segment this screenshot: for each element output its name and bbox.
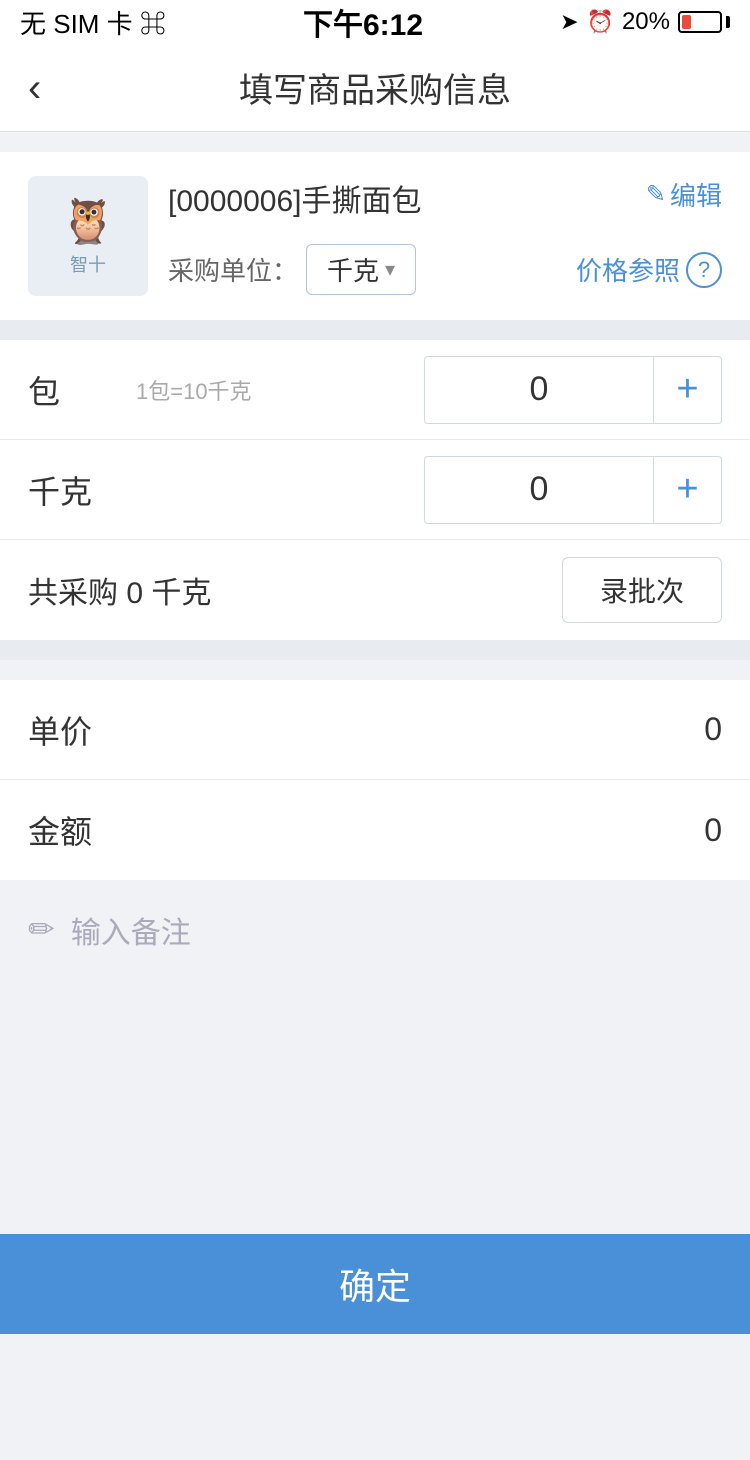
edit-label: 编辑	[670, 176, 722, 213]
kg-input-row: 千克 +	[0, 440, 750, 540]
kg-plus-button[interactable]: +	[654, 456, 722, 524]
section-separator-2	[0, 640, 750, 660]
batch-label: 录批次	[600, 570, 684, 610]
unit-value: 千克	[327, 251, 379, 288]
brand-label: 智十	[70, 251, 106, 277]
total-prefix: 共采购	[28, 577, 118, 610]
unit-selector[interactable]: 千克 ▾	[306, 244, 416, 295]
product-owl-icon: 🦉	[61, 195, 116, 247]
product-info: [0000006]手撕面包 ✎ 编辑 采购单位： 千克 ▾ 价格参照 ?	[168, 176, 722, 295]
unit-prefix-label: 采购单位：	[168, 251, 298, 288]
total-text: 共采购 0 千克	[28, 568, 211, 612]
kg-quantity-input[interactable]	[424, 456, 654, 524]
status-bar: 无 SIM 卡 ⌘ 下午6:12 ➤ ⏰ 20%	[0, 0, 750, 44]
price-section: 单价 0 金额 0	[0, 680, 750, 880]
batch-button[interactable]: 录批次	[562, 557, 722, 623]
product-image: 🦉 智十	[28, 176, 148, 296]
kg-label: 千克	[28, 467, 128, 513]
unit-price-label: 单价	[28, 707, 92, 753]
carrier-text: 无 SIM 卡 ⌘	[20, 4, 166, 41]
edit-icon: ✎	[646, 180, 666, 209]
price-ref-label: 价格参照	[576, 251, 680, 288]
page-title: 填写商品采购信息	[239, 63, 511, 112]
amount-row: 金额 0	[0, 780, 750, 880]
confirm-button[interactable]: 确定	[0, 1234, 750, 1334]
price-reference-button[interactable]: 价格参照 ?	[576, 251, 722, 288]
location-icon: ➤	[560, 9, 578, 35]
notes-placeholder-text: 输入备注	[71, 908, 191, 952]
unit-price-value: 0	[704, 711, 722, 748]
bao-plus-button[interactable]: +	[654, 356, 722, 424]
dropdown-icon: ▾	[385, 257, 395, 282]
help-icon: ?	[686, 252, 722, 288]
notes-pencil-icon: ✏	[28, 910, 55, 948]
bao-quantity-input[interactable]	[424, 356, 654, 424]
amount-value: 0	[704, 812, 722, 849]
notes-section[interactable]: ✏ 输入备注	[0, 880, 750, 1160]
alarm-icon: ⏰	[587, 9, 614, 35]
total-row: 共采购 0 千克 录批次	[0, 540, 750, 640]
nav-bar: ‹ 填写商品采购信息	[0, 44, 750, 132]
amount-label: 金额	[28, 807, 92, 853]
kg-quantity-box: +	[424, 456, 722, 524]
bao-sublabel: 1包=10千克	[136, 374, 252, 406]
back-button[interactable]: ‹	[28, 68, 41, 108]
quantity-section: 包 1包=10千克 + 千克 +	[0, 340, 750, 540]
bao-input-row: 包 1包=10千克 +	[0, 340, 750, 440]
unit-price-row: 单价 0	[0, 680, 750, 780]
bao-quantity-box: +	[424, 356, 722, 424]
product-name: [0000006]手撕面包	[168, 176, 421, 220]
total-unit: 千克	[151, 577, 211, 610]
total-amount: 0	[126, 577, 151, 610]
section-separator-1	[0, 320, 750, 340]
battery-icon	[678, 11, 730, 33]
confirm-label: 确定	[339, 1258, 411, 1310]
time-display: 下午6:12	[303, 0, 423, 44]
bao-label: 包	[28, 367, 128, 413]
product-card: 🦉 智十 [0000006]手撕面包 ✎ 编辑 采购单位： 千克 ▾	[0, 152, 750, 320]
status-icons: ➤ ⏰ 20%	[560, 8, 730, 36]
edit-button[interactable]: ✎ 编辑	[646, 176, 722, 213]
battery-percent: 20%	[622, 8, 670, 36]
